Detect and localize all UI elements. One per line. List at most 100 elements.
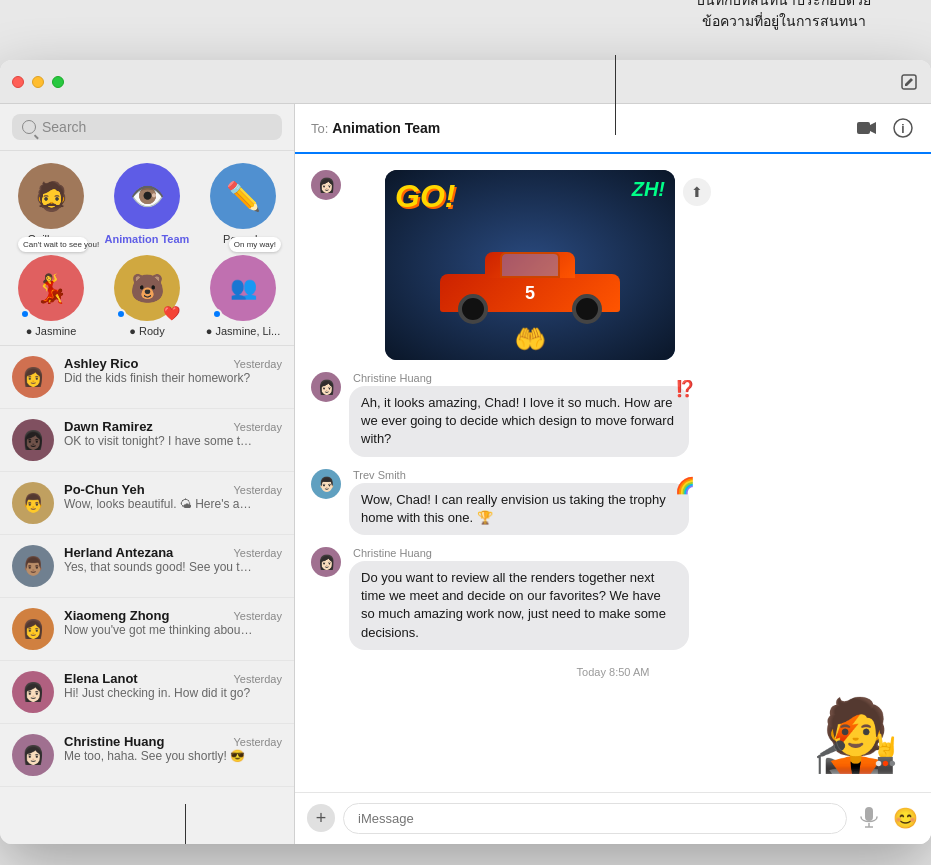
- animation-label: Animation Team: [105, 233, 190, 245]
- video-call-button[interactable]: [855, 116, 879, 140]
- christine-msg2-bubble: Do you want to review all the renders to…: [349, 561, 689, 650]
- trev-msg-bubble: Wow, Chad! I can really envision us taki…: [349, 483, 689, 535]
- rody-label: ● Rody: [129, 325, 164, 337]
- christine-msg1-bubble: Ah, it looks amazing, Chad! I love it so…: [349, 386, 689, 457]
- trev-msg-block: Trev Smith Wow, Chad! I can really envis…: [349, 469, 689, 535]
- zh-sticker: ZH!: [632, 178, 665, 201]
- sidebar: Search 🧔 Guillermo 👁️: [0, 104, 295, 844]
- pinned-penpals[interactable]: ✏️ Penpals: [200, 163, 286, 245]
- annotation-line-top: [615, 55, 616, 135]
- conv-xiaomeng[interactable]: 👩 Xiaomeng Zhong Yesterday Now you've go…: [0, 598, 294, 661]
- messages-area[interactable]: 👩🏻 GO! ZH!: [295, 154, 931, 792]
- jasmine-li-label: ● Jasmine, Li...: [206, 325, 281, 337]
- pochun-avatar: 👨: [12, 482, 54, 524]
- svg-text:i: i: [901, 122, 904, 136]
- pochun-preview: Wow, looks beautiful. 🌤 Here's a photo o…: [64, 497, 254, 511]
- pinned-jasmine[interactable]: Can't wait to see you! 💃 ● Jasmine: [8, 255, 94, 337]
- christine-msg2-block: Christine Huang Do you want to review al…: [349, 547, 689, 650]
- pochun-time: Yesterday: [233, 484, 282, 496]
- ashley-preview: Did the kids finish their homework?: [64, 371, 254, 385]
- page-wrapper: บันทึกบทสนทนาประกอบด้วย ข้อความที่อยู่ใน…: [0, 60, 931, 844]
- jasmine-label: ● Jasmine: [26, 325, 77, 337]
- christine-preview: Me too, haha. See you shortly! 😎: [64, 749, 254, 763]
- herland-preview: Yes, that sounds good! See you then.: [64, 560, 254, 574]
- herland-time: Yesterday: [233, 547, 282, 559]
- search-placeholder: Search: [42, 119, 86, 135]
- conv-elena[interactable]: 👩🏻 Elena Lanot Yesterday Hi! Just checki…: [0, 661, 294, 724]
- pinned-rody[interactable]: 🐻 ❤️ ● Rody: [104, 255, 190, 337]
- message-input[interactable]: [343, 803, 847, 834]
- annotation-line-bottom: [185, 804, 186, 844]
- svg-rect-4: [865, 807, 873, 821]
- app-window: Search 🧔 Guillermo 👁️: [0, 60, 931, 844]
- go-sticker: GO!: [395, 178, 455, 215]
- info-button[interactable]: i: [891, 116, 915, 140]
- christine-msg1-sender: Christine Huang: [353, 372, 689, 384]
- add-button[interactable]: +: [307, 804, 335, 832]
- pinned-jasmine-li[interactable]: On my way! 👥 ● Jasmine, Li...: [200, 255, 286, 337]
- compose-icon[interactable]: [899, 72, 919, 92]
- xiaomeng-name: Xiaomeng Zhong: [64, 608, 169, 623]
- close-button[interactable]: [12, 76, 24, 88]
- voice-button[interactable]: [855, 804, 883, 832]
- gradient-car: GO! ZH! 5: [385, 170, 675, 360]
- emoji-button[interactable]: 😊: [891, 804, 919, 832]
- car-image: GO! ZH! 5: [385, 170, 675, 360]
- traffic-lights: [12, 76, 64, 88]
- main-content: Search 🧔 Guillermo 👁️: [0, 104, 931, 844]
- christine-header: Christine Huang Yesterday: [64, 734, 282, 749]
- elena-time: Yesterday: [233, 673, 282, 685]
- dawn-preview: OK to visit tonight? I have some things …: [64, 434, 254, 448]
- christine-msg1-row: 👩🏻 Christine Huang Ah, it looks amazing,…: [311, 372, 915, 457]
- search-bar: Search: [0, 104, 294, 151]
- dawn-name: Dawn Ramirez: [64, 419, 153, 434]
- christine-msg1-block: Christine Huang Ah, it looks amazing, Ch…: [349, 372, 689, 457]
- animation-avatar: 👁️: [114, 163, 180, 229]
- herland-info: Herland Antezana Yesterday Yes, that sou…: [64, 545, 282, 574]
- minimize-button[interactable]: [32, 76, 44, 88]
- jasmine-li-avatar-wrapper: On my way! 👥: [210, 255, 276, 321]
- dawn-time: Yesterday: [233, 421, 282, 433]
- jasmine-avatar-wrapper: Can't wait to see you! 💃: [18, 255, 84, 321]
- elena-name: Elena Lanot: [64, 671, 138, 686]
- xiaomeng-header: Xiaomeng Zhong Yesterday: [64, 608, 282, 623]
- trev-avatar: 👨🏻: [311, 469, 341, 499]
- elena-header: Elena Lanot Yesterday: [64, 671, 282, 686]
- maximize-button[interactable]: [52, 76, 64, 88]
- herland-header: Herland Antezana Yesterday: [64, 545, 282, 560]
- annotation-top: บันทึกบทสนทนาประกอบด้วย ข้อความที่อยู่ใน…: [696, 0, 871, 32]
- conv-herland[interactable]: 👨🏽 Herland Antezana Yesterday Yes, that …: [0, 535, 294, 598]
- penpals-avatar: ✏️: [210, 163, 276, 229]
- animation-avatar-wrapper: 👁️: [114, 163, 180, 229]
- dawn-info: Dawn Ramirez Yesterday OK to visit tonig…: [64, 419, 282, 448]
- xiaomeng-preview: Now you've got me thinking about my next…: [64, 623, 254, 637]
- jasmine-li-status-dot: [212, 309, 222, 319]
- conv-dawn[interactable]: 👩🏿 Dawn Ramirez Yesterday OK to visit to…: [0, 409, 294, 472]
- car-illustration: 5: [440, 252, 620, 332]
- pinned-guillermo[interactable]: 🧔 Guillermo: [8, 163, 94, 245]
- pinned-animation-team[interactable]: 👁️ Animation Team: [104, 163, 190, 245]
- xiaomeng-time: Yesterday: [233, 610, 282, 622]
- conv-ashley[interactable]: 👩 Ashley Rico Yesterday Did the kids fin…: [0, 346, 294, 409]
- christine-msg2-sender: Christine Huang: [353, 547, 689, 559]
- share-button[interactable]: ⬆: [683, 178, 711, 206]
- christine-msg2-row: 👩🏻 Christine Huang Do you want to review…: [311, 547, 915, 650]
- search-input[interactable]: Search: [12, 114, 282, 140]
- chat-to-name: Animation Team: [332, 120, 855, 136]
- trev-msg-row: 👨🏻 Trev Smith Wow, Chad! I can really en…: [311, 469, 915, 535]
- conv-pochun[interactable]: 👨 Po-Chun Yeh Yesterday Wow, looks beaut…: [0, 472, 294, 535]
- wave-emoji: 🤲: [514, 324, 546, 355]
- memoji-sticker: 🧑‍🎤: [812, 694, 899, 776]
- ashley-info: Ashley Rico Yesterday Did the kids finis…: [64, 356, 282, 385]
- christine-name: Christine Huang: [64, 734, 164, 749]
- chat-header: To: Animation Team i: [295, 104, 931, 154]
- herland-avatar: 👨🏽: [12, 545, 54, 587]
- rody-status-dot: [116, 309, 126, 319]
- ashley-name: Ashley Rico: [64, 356, 138, 371]
- message-timestamp: Today 8:50 AM: [311, 662, 915, 682]
- pochun-name: Po-Chun Yeh: [64, 482, 145, 497]
- conv-christine[interactable]: 👩🏻 Christine Huang Yesterday Me too, hah…: [0, 724, 294, 787]
- chat-header-icons: i: [855, 116, 915, 140]
- ashley-time: Yesterday: [233, 358, 282, 370]
- image-message: GO! ZH! 5: [385, 170, 675, 360]
